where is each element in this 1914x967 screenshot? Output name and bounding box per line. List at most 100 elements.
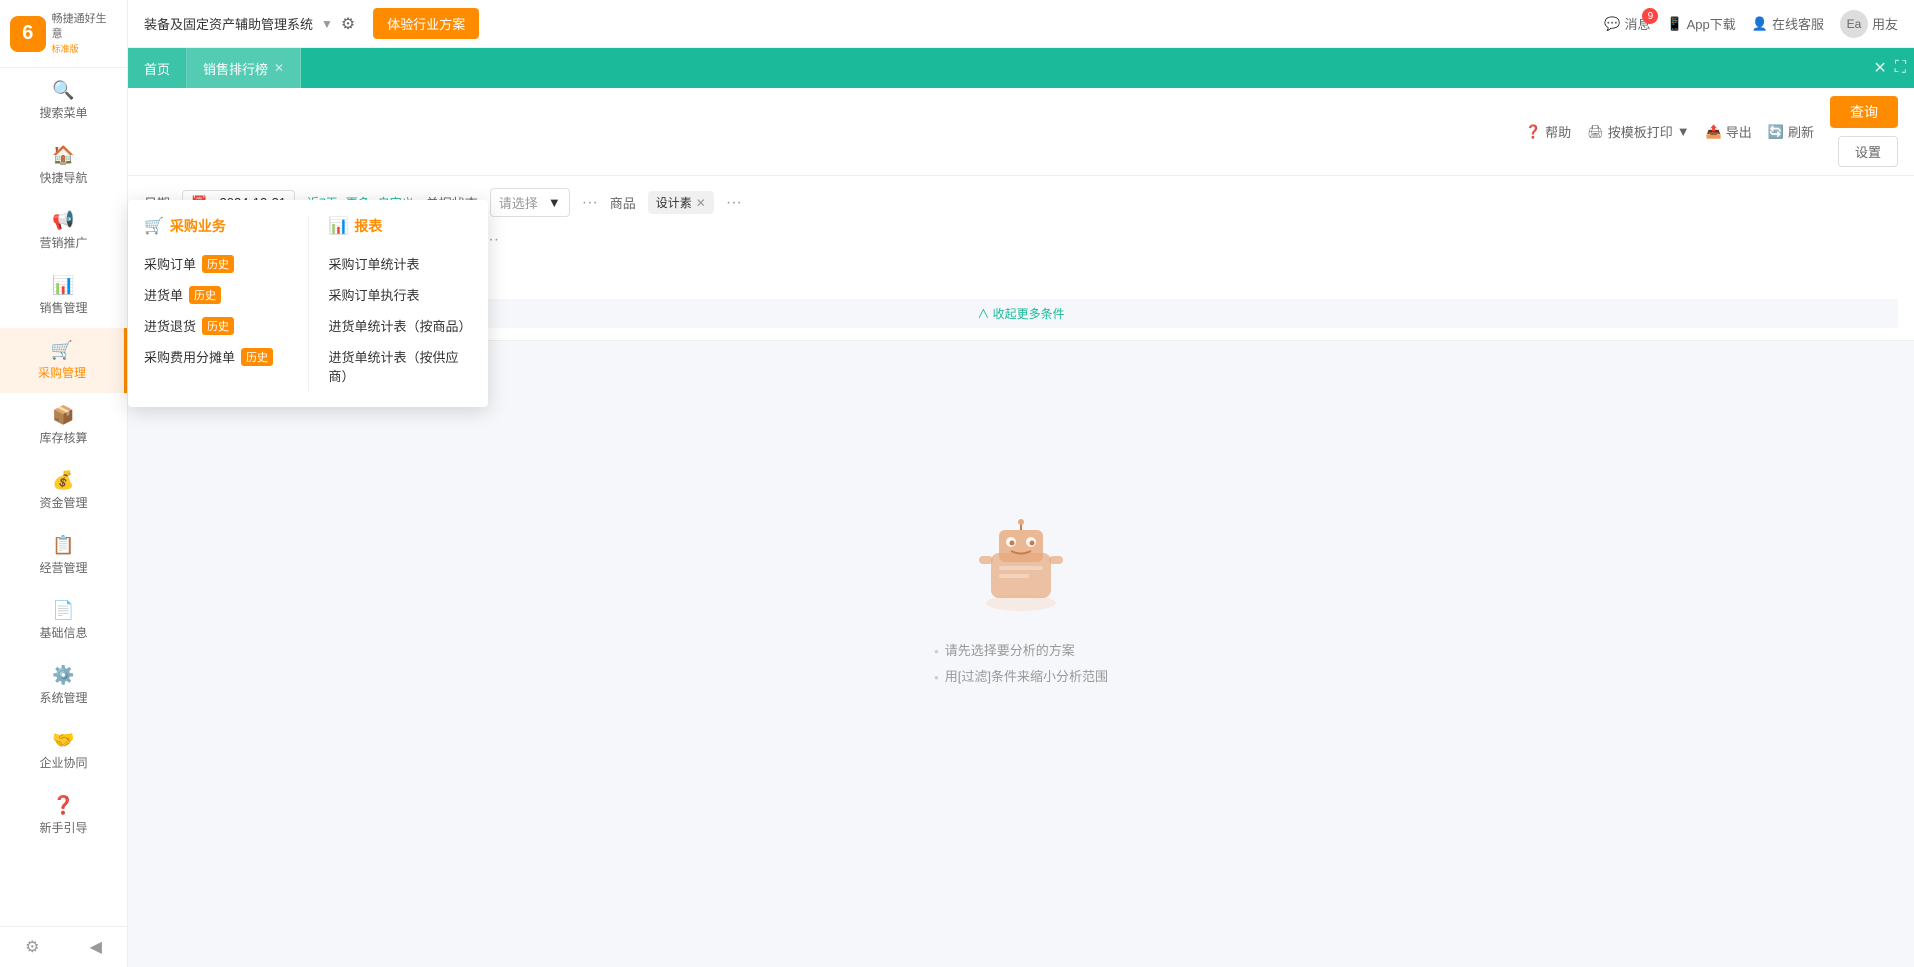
settings-button[interactable]: 设置 <box>1838 136 1898 167</box>
sidebar-item-enterprise[interactable]: 🤝 企业协同 <box>0 718 127 783</box>
tab-expand-icon[interactable]: ⛶ <box>1895 59 1906 77</box>
service-icon: 👤 <box>1752 16 1768 32</box>
online-service-btn[interactable]: 👤 在线客服 <box>1752 14 1824 33</box>
menu-item-receipt-stats-by-goods[interactable]: 进货单统计表（按商品） <box>329 310 473 341</box>
phone-icon: 📱 <box>1666 16 1682 32</box>
goods-tag-close[interactable]: ✕ <box>696 196 706 210</box>
guide-icon: ❓ <box>52 795 74 816</box>
user-avatar: Ea <box>1840 10 1868 38</box>
menu-item-purchase-order[interactable]: 采购订单 历史 <box>144 248 288 279</box>
export-icon: 📤 <box>1706 124 1722 140</box>
search-icon: 🔍 <box>52 80 74 101</box>
menu-item-goods-receipt[interactable]: 进货单 历史 <box>144 279 288 310</box>
print-arrow-icon: ▼ <box>1677 124 1690 139</box>
finance-icon: 💰 <box>52 470 74 491</box>
menu-item-goods-return[interactable]: 进货退货 历史 <box>144 310 288 341</box>
logo-text: 畅捷通好生意 标准版 <box>52 12 117 55</box>
empty-hint-1: 请先选择要分析的方案 <box>934 638 1108 664</box>
empty-hint-2: 用[过滤]条件来缩小分析范围 <box>934 664 1108 690</box>
tabbar: 首页 销售排行榜 ✕ ✕ ⛶ <box>128 48 1914 88</box>
user-btn[interactable]: Ea 用友 <box>1840 10 1898 38</box>
sidebar-item-search[interactable]: 🔍 搜索菜单 <box>0 68 127 133</box>
history-badge-1: 历史 <box>202 255 234 273</box>
topbar-settings-icon[interactable]: ⚙ <box>341 14 355 34</box>
purchase-report-column: 📊 报表 采购订单统计表 采购订单执行表 进货单统计表（按商品） 进货单统计表（… <box>329 216 473 391</box>
sidebar-item-finance[interactable]: 💰 资金管理 <box>0 458 127 523</box>
print-icon: 🖨 <box>1587 124 1604 140</box>
history-badge-2: 历史 <box>189 286 221 304</box>
goods-tag: 设计素 ✕ <box>648 191 714 214</box>
sales-icon: 📊 <box>52 275 74 296</box>
message-btn[interactable]: 💬 消息 9 <box>1604 14 1650 33</box>
purchase-icon: 🛒 <box>51 340 73 361</box>
menu-item-order-exec[interactable]: 采购订单执行表 <box>329 279 473 310</box>
query-button[interactable]: 查询 <box>1830 96 1898 128</box>
tabbar-right: ✕ ⛶ <box>1873 48 1914 88</box>
sidebar-item-marketing[interactable]: 📢 营销推广 <box>0 198 127 263</box>
refresh-icon: 🔄 <box>1768 124 1784 140</box>
tab-close-all-icon[interactable]: ✕ <box>1873 58 1886 78</box>
chevron-down-icon: ▼ <box>548 195 561 210</box>
purchase-dropdown-menu: 🛒 采购业务 采购订单 历史 进货单 历史 进货退货 历史 采购费用分摊单 历史… <box>128 200 488 407</box>
sidebar: 6 畅捷通好生意 标准版 🔍 搜索菜单 🏠 快捷导航 📢 营销推广 📊 <box>0 0 128 967</box>
voucher-status-more-btn[interactable]: ··· <box>582 194 598 212</box>
message-badge: 9 <box>1642 8 1658 24</box>
purchase-business-column: 🛒 采购业务 采购订单 历史 进货单 历史 进货退货 历史 采购费用分摊单 历史 <box>144 216 288 391</box>
system-title: 装备及固定资产辅助管理系统 <box>144 14 313 33</box>
sidebar-item-guide[interactable]: ❓ 新手引导 <box>0 783 127 848</box>
goods-label: 商品 <box>610 193 636 212</box>
history-badge-3: 历史 <box>202 317 234 335</box>
marketing-icon: 📢 <box>52 210 74 231</box>
history-badge-4: 历史 <box>241 348 273 366</box>
refresh-btn[interactable]: 🔄 刷新 <box>1768 122 1814 141</box>
tab-sales-rank[interactable]: 销售排行榜 ✕ <box>187 48 301 88</box>
industry-btn[interactable]: 体验行业方案 <box>373 8 479 39</box>
sidebar-item-quick-nav[interactable]: 🏠 快捷导航 <box>0 133 127 198</box>
operation-icon: 📋 <box>52 535 74 556</box>
enterprise-icon: 🤝 <box>52 730 74 751</box>
help-btn[interactable]: ❓ 帮助 <box>1525 122 1571 141</box>
inventory-icon: 📦 <box>52 405 74 426</box>
empty-state: 请先选择要分析的方案 用[过滤]条件来缩小分析范围 <box>128 341 1914 967</box>
sidebar-logo: 6 畅捷通好生意 标准版 <box>0 0 127 68</box>
system-icon: ⚙️ <box>52 665 74 686</box>
app-download-btn[interactable]: 📱 App下载 <box>1666 14 1735 33</box>
empty-illustration <box>961 518 1081 618</box>
collapse-up-icon: ∧ <box>977 307 989 321</box>
purchase-report-title: 📊 报表 <box>329 216 473 236</box>
empty-hints-list: 请先选择要分析的方案 用[过滤]条件来缩小分析范围 <box>934 638 1108 690</box>
tab-home[interactable]: 首页 <box>128 48 187 88</box>
topbar-title-area: 装备及固定资产辅助管理系统 ▼ ⚙ 体验行业方案 <box>144 8 1604 39</box>
main-area: 装备及固定资产辅助管理系统 ▼ ⚙ 体验行业方案 💬 消息 9 📱 App下载 … <box>128 0 1914 967</box>
report-col-icon: 📊 <box>329 216 349 236</box>
menu-item-order-stats[interactable]: 采购订单统计表 <box>329 248 473 279</box>
base-info-icon: 📄 <box>52 600 74 621</box>
tab-close-icon[interactable]: ✕ <box>274 61 284 75</box>
sidebar-nav: 🔍 搜索菜单 🏠 快捷导航 📢 营销推广 📊 销售管理 🛒 采购管理 📦 <box>0 68 127 926</box>
goods-more-btn[interactable]: ··· <box>726 194 742 212</box>
menu-divider <box>308 216 309 391</box>
menu-item-purchase-expense[interactable]: 采购费用分摊单 历史 <box>144 341 288 372</box>
filter-toolbar-row: ❓ 帮助 🖨 按模板打印 ▼ 📤 导出 🔄 刷新 查询 <box>128 88 1914 176</box>
sidebar-item-purchase[interactable]: 🛒 采购管理 <box>0 328 127 393</box>
sidebar-item-inventory[interactable]: 📦 库存核算 <box>0 393 127 458</box>
sidebar-collapse-btn[interactable]: ◀ <box>90 937 102 957</box>
sidebar-item-sales[interactable]: 📊 销售管理 <box>0 263 127 328</box>
sidebar-item-base-info[interactable]: 📄 基础信息 <box>0 588 127 653</box>
purchase-business-title: 🛒 采购业务 <box>144 216 288 236</box>
menu-item-receipt-stats-by-supplier[interactable]: 进货单统计表（按供应商） <box>329 341 473 391</box>
sidebar-item-system[interactable]: ⚙️ 系统管理 <box>0 653 127 718</box>
help-icon: ❓ <box>1525 124 1541 140</box>
voucher-status-select[interactable]: 请选择 ▼ <box>490 188 570 217</box>
home-icon: 🏠 <box>52 145 74 166</box>
topbar-right: 💬 消息 9 📱 App下载 👤 在线客服 Ea 用友 <box>1604 10 1898 38</box>
topbar: 装备及固定资产辅助管理系统 ▼ ⚙ 体验行业方案 💬 消息 9 📱 App下载 … <box>128 0 1914 48</box>
empty-robot-svg <box>961 518 1081 618</box>
export-btn[interactable]: 📤 导出 <box>1706 122 1752 141</box>
sidebar-item-operation[interactable]: 📋 经营管理 <box>0 523 127 588</box>
print-btn[interactable]: 🖨 按模板打印 ▼ <box>1587 122 1689 141</box>
topbar-dropdown-arrow[interactable]: ▼ <box>321 17 333 31</box>
logo-icon: 6 <box>10 16 46 52</box>
sidebar-settings-btn[interactable]: ⚙ <box>25 937 39 957</box>
message-icon: 💬 <box>1604 16 1620 32</box>
